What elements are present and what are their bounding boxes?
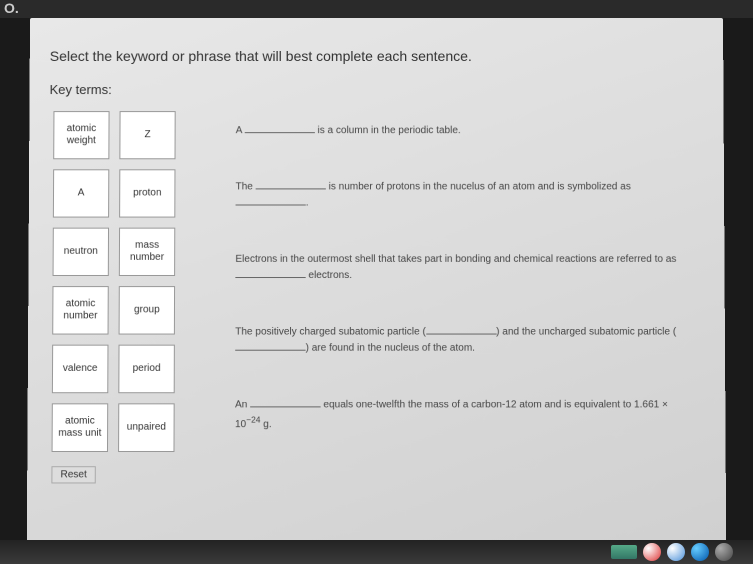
dock-circle-icon[interactable] [715,543,733,561]
reset-button[interactable]: Reset [51,466,96,483]
key-terms-grid: atomic weight Z A proton neutron mass nu… [52,111,176,452]
sentence-2: The is number of protons in the nucelus … [236,179,695,211]
s4-text-post: ) are found in the nucleus of the atom. [306,343,475,354]
s1-text-pre: A [236,125,245,136]
s2-text-mid: is number of protons in the nucelus of a… [326,181,631,192]
term-atomic-mass-unit[interactable]: atomic mass unit [52,403,109,452]
s3-text-post: electrons. [306,270,352,281]
corner-marker: O. [4,0,19,16]
s4-blank-1[interactable] [426,324,496,334]
term-period[interactable]: period [118,345,175,394]
s2-text-post: . [306,197,309,208]
term-a[interactable]: A [53,169,109,217]
dock-app-icon[interactable] [611,545,637,559]
window-top-bar: O. [0,0,753,18]
s4-text-pre: The positively charged subatomic particl… [235,326,426,337]
term-neutron[interactable]: neutron [53,228,109,276]
reset-area: Reset [51,464,705,483]
s4-text-mid: ) and the uncharged subatomic particle ( [496,326,676,337]
s3-blank[interactable] [235,268,305,278]
dock-circle-icon[interactable] [643,543,661,561]
sentence-5: An equals one-twelfth the mass of a carb… [235,397,695,433]
s5-text-post: g. [260,419,271,430]
sentence-4: The positively charged subatomic particl… [235,324,695,356]
s2-blank-1[interactable] [256,179,326,189]
s5-text-pre: An [235,399,250,410]
term-proton[interactable]: proton [119,169,175,217]
sentences-column: A is a column in the periodic table. The… [235,111,695,452]
instruction-text: Select the keyword or phrase that will b… [50,48,704,64]
term-valence[interactable]: valence [52,345,109,394]
s1-text-post: is a column in the periodic table. [315,125,461,136]
term-unpaired[interactable]: unpaired [118,403,175,452]
sentence-3: Electrons in the outermost shell that ta… [235,252,694,284]
s3-text-pre: Electrons in the outermost shell that ta… [235,254,676,265]
term-group[interactable]: group [119,286,175,334]
dock-circle-icon[interactable] [691,543,709,561]
term-z[interactable]: Z [119,111,175,159]
term-atomic-weight[interactable]: atomic weight [53,111,109,159]
content-columns: atomic weight Z A proton neutron mass nu… [48,111,706,452]
s1-blank[interactable] [245,123,315,133]
term-atomic-number[interactable]: atomic number [52,286,109,334]
s2-blank-2[interactable] [236,195,306,205]
page-content: Select the keyword or phrase that will b… [27,18,726,542]
s4-blank-2[interactable] [235,341,305,351]
sentence-1: A is a column in the periodic table. [236,123,694,139]
key-terms-heading: Key terms: [50,82,704,97]
os-dock [0,540,753,564]
s5-blank[interactable] [250,397,320,407]
dock-circle-icon[interactable] [667,543,685,561]
s2-text-pre: The [236,181,256,192]
s5-exponent: −24 [246,414,260,424]
term-mass-number[interactable]: mass number [119,228,175,276]
